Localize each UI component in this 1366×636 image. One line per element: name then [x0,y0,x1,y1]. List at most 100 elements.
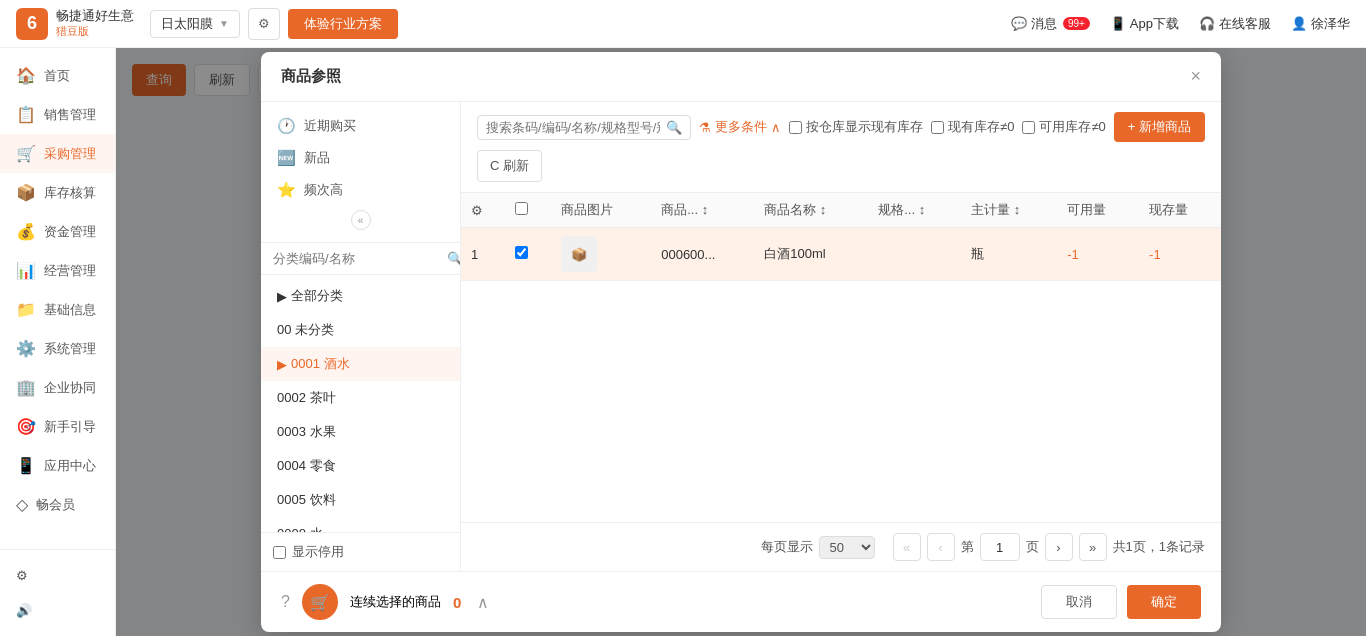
filter-nonzero-checkbox[interactable] [931,121,944,134]
modal-header: 商品参照 × [261,52,1221,102]
user-profile[interactable]: 👤 徐泽华 [1291,15,1350,33]
sidebar-item-enterprise[interactable]: 🏢 企业协同 [0,368,115,407]
brand-info: 畅捷通好生意 猎豆版 [56,8,134,40]
sidebar-item-member[interactable]: ◇ 畅会员 [0,485,115,524]
shortcut-frequent[interactable]: ⭐ 频次高 [261,174,460,206]
category-search-input[interactable] [273,251,441,266]
settings-icon: ⚙ [16,568,28,583]
app-download-button[interactable]: 📱 App下载 [1110,15,1179,33]
filter-nonzero-stock[interactable]: 现有库存≠0 [931,118,1014,136]
service-label: 在线客服 [1219,15,1271,33]
sidebar-item-purchase[interactable]: 🛒 采购管理 [0,134,115,173]
sidebar-item-operations[interactable]: 📊 经营管理 [0,251,115,290]
gear-button[interactable]: ⚙ [248,8,280,40]
nav-dropdown-label: 日太阳膜 [161,15,213,33]
cat-label-water: 0008 水 [277,525,323,532]
footer-collapse-icon[interactable]: ∧ [477,593,489,612]
guide-icon: 🎯 [16,417,36,436]
member-icon: ◇ [16,495,28,514]
messages-button[interactable]: 💬 消息 99+ [1011,15,1090,33]
row-checkbox[interactable] [515,246,528,259]
cart-icon: 🛒 [310,593,330,612]
col-unit[interactable]: 主计量 ↕ [961,193,1057,228]
page-number-input[interactable] [980,533,1020,561]
filter-nonzero-available[interactable]: 可用库存≠0 [1022,118,1105,136]
exp-button[interactable]: 体验行业方案 [288,9,398,39]
category-search-icon[interactable]: 🔍 [447,251,461,266]
sidebar-sound-btn[interactable]: 🔊 [0,593,115,628]
add-product-button[interactable]: + 新增商品 [1114,112,1205,142]
help-icon[interactable]: ? [281,593,290,611]
col-checkbox [505,193,551,228]
product-toolbar: 🔍 ⚗ 更多条件 ∧ 按仓库显示现有库存 [461,102,1221,193]
message-icon: 💬 [1011,16,1027,31]
filter-nonzero-avail-checkbox[interactable] [1022,121,1035,134]
last-page-button[interactable]: » [1079,533,1107,561]
sidebar-item-finance[interactable]: 💰 资金管理 [0,212,115,251]
col-available: 可用量 [1057,193,1139,228]
select-all-checkbox[interactable] [515,202,528,215]
customer-service-button[interactable]: 🎧 在线客服 [1199,15,1271,33]
page-total: 共1页，1条记录 [1113,538,1205,556]
apps-icon: 📱 [16,456,36,475]
shortcut-new[interactable]: 🆕 新品 [261,142,460,174]
cart-button[interactable]: 🛒 [302,584,338,620]
inventory-icon: 📦 [16,183,36,202]
row-spec [868,228,961,281]
show-disabled-checkbox[interactable] [273,546,286,559]
prev-page-button[interactable]: ‹ [927,533,955,561]
col-code[interactable]: 商品... ↕ [651,193,754,228]
dropdown-arrow-icon: ▼ [219,18,229,29]
sidebar-item-apps[interactable]: 📱 应用中心 [0,446,115,485]
product-search-icon[interactable]: 🔍 [666,120,682,135]
pagination: 每页显示 50 10 20 100 « ‹ 第 [461,522,1221,571]
cat-item-tea[interactable]: 0002 茶叶 [261,381,460,415]
cat-item-fruit[interactable]: 0003 水果 [261,415,460,449]
sidebar-settings-btn[interactable]: ⚙ [0,558,115,593]
product-search-input[interactable] [486,120,660,135]
row-index: 1 [461,228,505,281]
show-disabled-label[interactable]: 显示停用 [292,543,344,561]
filter-button[interactable]: ⚗ 更多条件 ∧ [699,118,781,136]
sidebar-sales-label: 销售管理 [44,106,96,124]
cat-item-liquor[interactable]: ▶ 0001 酒水 [261,347,460,381]
filter-by-warehouse[interactable]: 按仓库显示现有库存 [789,118,923,136]
col-image: 商品图片 [551,193,651,228]
modal-close-button[interactable]: × [1190,66,1201,87]
confirm-button[interactable]: 确定 [1127,585,1201,619]
cat-item-snack[interactable]: 0004 零食 [261,449,460,483]
sidebar-item-basic[interactable]: 📁 基础信息 [0,290,115,329]
cat-item-beverage[interactable]: 0005 饮料 [261,483,460,517]
first-page-button[interactable]: « [893,533,921,561]
cat-item-unclassified[interactable]: 00 未分类 [261,313,460,347]
modal-body: 🕐 近期购买 🆕 新品 ⭐ 频次高 « [261,102,1221,571]
shortcut-recent[interactable]: 🕐 近期购买 [261,110,460,142]
next-page-button[interactable]: › [1045,533,1073,561]
table-row[interactable]: 1 📦 [461,228,1221,281]
shortcut-frequent-label: 频次高 [304,181,343,199]
sidebar-enterprise-label: 企业协同 [44,379,96,397]
cat-label-all: 全部分类 [291,287,343,305]
nav-dropdown[interactable]: 日太阳膜 ▼ [150,10,240,38]
col-name[interactable]: 商品名称 ↕ [754,193,868,228]
sidebar-item-inventory[interactable]: 📦 库存核算 [0,173,115,212]
new-icon: 🆕 [277,149,296,167]
cat-item-water[interactable]: 0008 水 [261,517,460,532]
category-panel: 🕐 近期购买 🆕 新品 ⭐ 频次高 « [261,102,461,571]
per-page-select[interactable]: 50 10 20 100 [819,536,875,559]
cat-label-snack: 0004 零食 [277,457,336,475]
col-spec[interactable]: 规格... ↕ [868,193,961,228]
sidebar-item-system[interactable]: ⚙️ 系统管理 [0,329,115,368]
filter-warehouse-checkbox[interactable] [789,121,802,134]
main-content: 查询 刷新 设置 商品参照 × 🕐 [116,48,1366,636]
sidebar-item-guide[interactable]: 🎯 新手引导 [0,407,115,446]
modal-dialog: 商品参照 × 🕐 近期购买 🆕 [261,52,1221,632]
sidebar-item-home[interactable]: 🏠 首页 [0,56,115,95]
refresh-button[interactable]: C 刷新 [477,150,542,182]
logo-icon: 6 [16,8,48,40]
cat-item-all[interactable]: ▶ 全部分类 [261,279,460,313]
sidebar-home-label: 首页 [44,67,70,85]
cancel-button[interactable]: 取消 [1041,585,1117,619]
panel-collapse-button[interactable]: « [351,210,371,230]
sidebar-item-sales[interactable]: 📋 销售管理 [0,95,115,134]
